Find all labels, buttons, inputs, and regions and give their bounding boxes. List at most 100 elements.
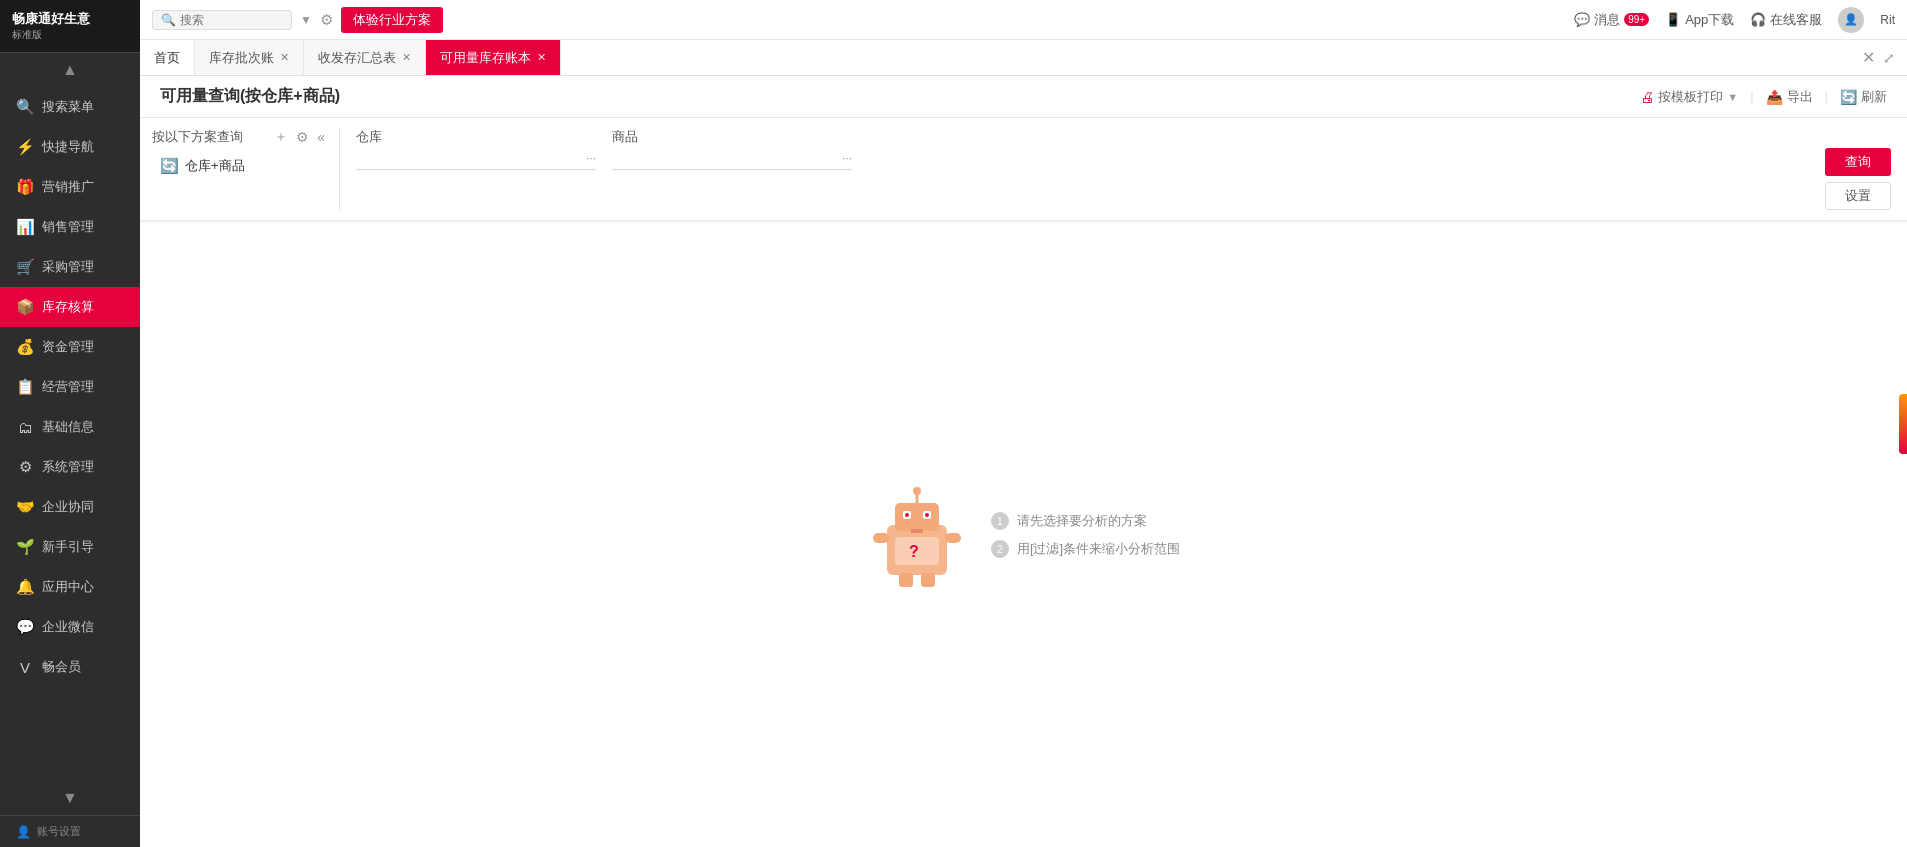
refresh-btn[interactable]: 🔄 刷新 [1840,88,1887,106]
setting-btn[interactable]: 设置 [1825,182,1891,210]
headset-icon: 🎧 [1750,12,1766,27]
sidebar-item-marketing[interactable]: 🎁 营销推广 [0,167,140,207]
tab-close-icon[interactable]: ✕ [402,51,411,64]
gear-icon[interactable]: ⚙ [320,11,333,29]
tab-available[interactable]: 可用量库存账本 ✕ [426,40,561,75]
export-icon: 📤 [1766,89,1783,105]
right-scroll-hint [1899,394,1907,454]
sidebar-scroll-down[interactable]: ▼ [0,781,140,815]
app-title: 畅康通好生意 [12,10,128,28]
empty-robot-illustration: ? [867,485,967,585]
svg-point-7 [913,487,921,495]
print-icon: 🖨 [1640,89,1654,105]
username[interactable]: Rit [1880,13,1895,27]
sidebar-item-label: 企业协同 [42,498,94,516]
warehouse-label: 仓库 [356,128,596,146]
shortcut-icon: ⚡ [16,138,34,156]
app-download-label: App下载 [1685,11,1734,29]
tab-home[interactable]: 首页 [140,40,195,75]
separator: | [1825,89,1828,104]
sidebar-item-inventory[interactable]: 📦 库存核算 [0,287,140,327]
message-icon: 💬 [1574,12,1590,27]
topbar-search-box[interactable]: 🔍 [152,10,292,30]
add-scheme-btn[interactable]: ＋ [272,128,290,146]
query-left-header: 按以下方案查询 ＋ ⚙ « [152,128,327,146]
product-more-btn[interactable]: ··· [842,151,852,165]
sidebar-item-finance[interactable]: 💰 资金管理 [0,327,140,367]
tabs-bar-controls: ✕ ⤢ [1850,40,1907,75]
print-btn[interactable]: 🖨 按模板打印 ▼ [1640,88,1738,106]
search-input[interactable] [180,13,280,27]
export-btn[interactable]: 📤 导出 [1766,88,1813,106]
export-label: 导出 [1787,88,1813,106]
message-btn[interactable]: 💬 消息 99+ [1574,11,1649,29]
sidebar-item-appcenter[interactable]: 🔔 应用中心 [0,567,140,607]
expand-tabs-btn[interactable]: ⤢ [1883,50,1895,66]
separator: | [1750,89,1753,104]
product-input-wrap: ··· [612,150,852,170]
tab-batch[interactable]: 库存批次账 ✕ [195,40,304,75]
chevron-down-icon[interactable]: ▼ [1727,91,1738,103]
tab-close-icon[interactable]: ✕ [537,51,546,64]
sidebar-item-shortcut[interactable]: ⚡ 快捷导航 [0,127,140,167]
product-input[interactable] [612,150,836,165]
warehouse-more-btn[interactable]: ··· [586,151,596,165]
svg-rect-11 [921,573,935,587]
close-all-tabs-btn[interactable]: ✕ [1862,48,1875,67]
app-download-btn[interactable]: 📱 App下载 [1665,11,1734,29]
tabs-bar: 首页 库存批次账 ✕ 收发存汇总表 ✕ 可用量库存账本 ✕ ✕ ⤢ [140,40,1907,76]
money-icon: 💰 [16,338,34,356]
industry-btn[interactable]: 体验行业方案 [341,7,443,33]
phone-icon: 📱 [1665,12,1681,27]
sidebar-item-search[interactable]: 🔍 搜索菜单 [0,87,140,127]
query-left-actions: ＋ ⚙ « [272,128,327,146]
clipboard-icon: 📋 [16,378,34,396]
avatar-placeholder: 👤 [1844,13,1858,26]
query-right-actions: 查询 设置 [1825,128,1891,210]
topbar-right: 💬 消息 99+ 📱 App下载 🎧 在线客服 👤 Rit [1574,7,1895,33]
sidebar-item-label: 快捷导航 [42,138,94,156]
sidebar-item-label: 新手引导 [42,538,94,556]
sidebar-scroll-up[interactable]: ▲ [0,53,140,87]
online-service-label: 在线客服 [1770,11,1822,29]
sidebar-footer[interactable]: 👤 账号设置 [0,815,140,847]
page-title: 可用量查询(按仓库+商品) [160,86,340,107]
seedling-icon: 🌱 [16,538,34,556]
tip-text-2: 用[过滤]条件来缩小分析范围 [1017,540,1180,558]
footer-text: 账号设置 [37,824,81,839]
scheme-icon: 🔄 [160,157,179,175]
sidebar-item-label: 系统管理 [42,458,94,476]
svg-text:?: ? [909,543,919,560]
avatar[interactable]: 👤 [1838,7,1864,33]
tab-summary[interactable]: 收发存汇总表 ✕ [304,40,426,75]
folder-icon: 🗂 [16,419,34,436]
query-btn[interactable]: 查询 [1825,148,1891,176]
warehouse-input[interactable] [356,150,580,165]
edit-scheme-btn[interactable]: ⚙ [294,129,311,145]
sidebar-item-basic[interactable]: 🗂 基础信息 [0,407,140,447]
sidebar-item-operations[interactable]: 📋 经营管理 [0,367,140,407]
collapse-btn[interactable]: « [315,129,327,145]
sidebar-item-label: 畅会员 [42,658,81,676]
search-icon: 🔍 [161,13,176,27]
sidebar-item-label: 经营管理 [42,378,94,396]
query-right: 仓库 ··· 商品 ··· 查询 设置 [340,128,1907,210]
scheme-item-warehouse[interactable]: 🔄 仓库+商品 [152,152,327,180]
message-label: 消息 [1594,11,1620,29]
refresh-label: 刷新 [1861,88,1887,106]
query-field-warehouse: 仓库 ··· [356,128,596,170]
sidebar-item-newuser[interactable]: 🌱 新手引导 [0,527,140,567]
tab-close-icon[interactable]: ✕ [280,51,289,64]
chevron-down-icon[interactable]: ▼ [300,13,312,27]
sidebar-item-member[interactable]: V 畅会员 [0,647,140,687]
sidebar-item-enterprise[interactable]: 🤝 企业协同 [0,487,140,527]
query-section-label: 按以下方案查询 [152,128,243,146]
query-left: 按以下方案查询 ＋ ⚙ « 🔄 仓库+商品 [140,128,340,210]
sidebar-item-purchase[interactable]: 🛒 采购管理 [0,247,140,287]
sidebar-item-sales[interactable]: 📊 销售管理 [0,207,140,247]
sidebar-item-wechat[interactable]: 💬 企业微信 [0,607,140,647]
online-service-btn[interactable]: 🎧 在线客服 [1750,11,1822,29]
sidebar-item-system[interactable]: ⚙ 系统管理 [0,447,140,487]
sidebar-item-label: 销售管理 [42,218,94,236]
empty-state: ? 1 请先选择要分析的方案 2 用[过滤]条件来缩小分析范围 [140,223,1907,847]
